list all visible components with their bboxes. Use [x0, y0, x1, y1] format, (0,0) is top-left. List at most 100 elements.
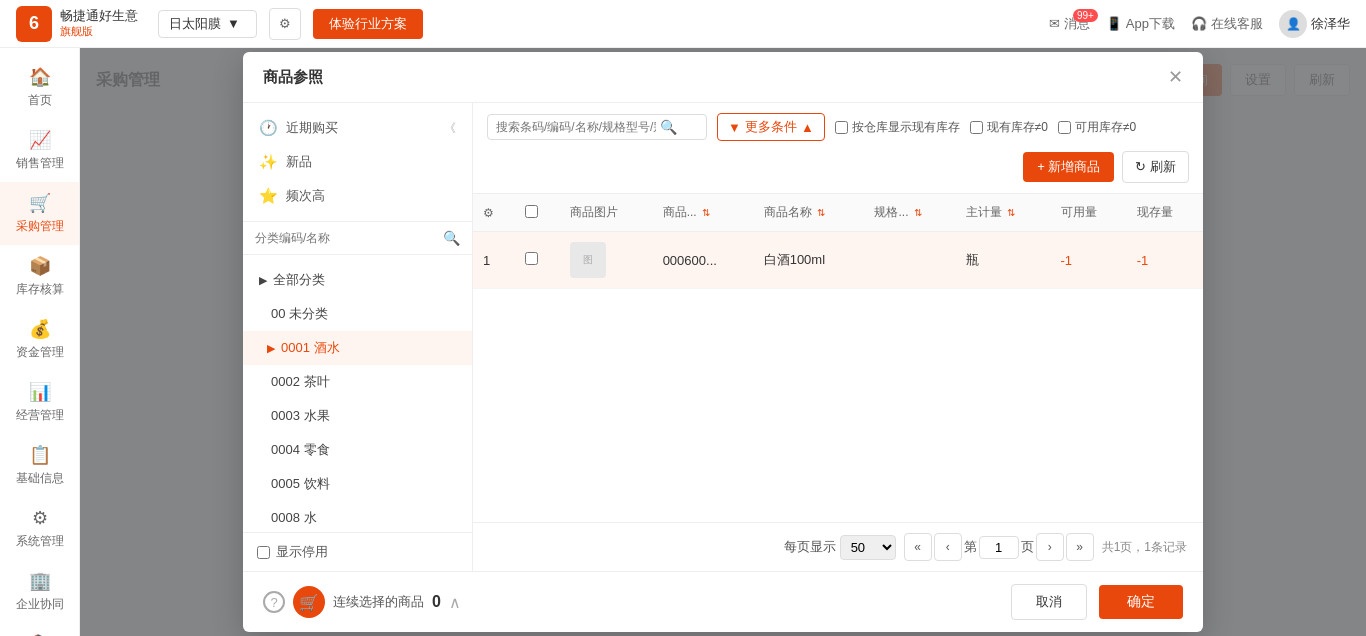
quick-tab-new-label: 新品 — [286, 153, 312, 171]
category-label-00: 00 未分类 — [271, 305, 328, 323]
category-item-0005[interactable]: 0005 饮料 — [243, 467, 472, 501]
show-disabled-checkbox[interactable] — [257, 546, 270, 559]
settings-button[interactable]: ⚙ — [269, 8, 301, 40]
modal-close-button[interactable]: ✕ — [1168, 66, 1183, 88]
service-button[interactable]: 🎧 在线客服 — [1191, 15, 1263, 33]
col-unit[interactable]: 主计量 ⇅ — [956, 194, 1050, 232]
message-button[interactable]: ✉ 消息 99+ — [1049, 15, 1090, 33]
main-content: 采购管理 查询 设置 刷新 商品参照 ✕ — [80, 48, 1366, 636]
service-label: 在线客服 — [1211, 15, 1263, 33]
cart-collapse-icon[interactable]: ∧ — [449, 593, 461, 612]
col-spec[interactable]: 规格... ⇅ — [864, 194, 956, 232]
sort-icon-unit: ⇅ — [1007, 207, 1015, 218]
navbar: 6 畅捷通好生意 旗舰版 日太阳膜 ▼ ⚙ 体验行业方案 ✉ 消息 99+ 📱 … — [0, 0, 1366, 48]
check-stock-nonzero-label: 现有库存≠0 — [987, 119, 1048, 136]
category-item-0003[interactable]: 0003 水果 — [243, 399, 472, 433]
category-item-all[interactable]: ▶ 全部分类 — [243, 263, 472, 297]
filter-icon: ▼ — [728, 120, 741, 135]
sidebar-item-basic[interactable]: 📋 基础信息 — [0, 434, 79, 497]
inventory-icon: 📦 — [29, 255, 51, 277]
app-download-button[interactable]: 📱 App下载 — [1106, 15, 1175, 33]
app-icon: 📱 — [1106, 16, 1122, 31]
basic-icon: 📋 — [29, 444, 51, 466]
last-page-button[interactable]: » — [1066, 533, 1094, 561]
select-all-checkbox[interactable] — [525, 205, 538, 218]
help-icon[interactable]: ? — [263, 591, 285, 613]
quick-tabs: 🕐 近期购买 《 ✨ 新品 ⭐ 频次高 — [243, 103, 472, 222]
modal-footer: ? 🛒 连续选择的商品 0 ∧ 取消 确定 — [243, 571, 1203, 632]
per-page-select: 每页显示 20 50 100 — [784, 535, 896, 560]
col-code[interactable]: 商品... ⇅ — [653, 194, 754, 232]
company-selector[interactable]: 日太阳膜 ▼ — [158, 10, 257, 38]
category-search-input[interactable] — [255, 231, 437, 245]
quick-tab-frequent[interactable]: ⭐ 频次高 — [243, 179, 472, 213]
check-available-nonzero-input[interactable] — [1058, 121, 1071, 134]
filter-button[interactable]: ▼ 更多条件 ▲ — [717, 113, 825, 141]
sidebar-item-inventory[interactable]: 📦 库存核算 — [0, 245, 79, 308]
check-stock-nonzero-input[interactable] — [970, 121, 983, 134]
refresh-button[interactable]: ↻ 刷新 — [1122, 151, 1189, 183]
category-search: 🔍 — [243, 222, 472, 255]
product-search-icon[interactable]: 🔍 — [660, 119, 677, 135]
category-item-0002[interactable]: 0002 茶叶 — [243, 365, 472, 399]
quick-tab-new[interactable]: ✨ 新品 — [243, 145, 472, 179]
category-item-0004[interactable]: 0004 零食 — [243, 433, 472, 467]
per-page-dropdown[interactable]: 20 50 100 — [840, 535, 896, 560]
check-available-nonzero[interactable]: 可用库存≠0 — [1058, 119, 1136, 136]
cancel-button[interactable]: 取消 — [1011, 584, 1087, 620]
check-stock-nonzero[interactable]: 现有库存≠0 — [970, 119, 1048, 136]
finance-icon: 💰 — [29, 318, 51, 340]
category-item-00[interactable]: 00 未分类 — [243, 297, 472, 331]
cell-seq: 1 — [473, 232, 515, 289]
quick-tab-recent-label: 近期购买 — [286, 119, 338, 137]
check-warehouse[interactable]: 按仓库显示现有库存 — [835, 119, 960, 136]
purchase-icon: 🛒 — [29, 192, 51, 214]
sidebar-label-finance: 资金管理 — [16, 344, 64, 361]
next-page-button[interactable]: › — [1036, 533, 1064, 561]
row-checkbox[interactable] — [525, 252, 538, 265]
quick-tab-recent[interactable]: 🕐 近期购买 《 — [243, 111, 472, 145]
add-product-button[interactable]: + 新增商品 — [1023, 152, 1114, 182]
category-label-0001: 0001 酒水 — [281, 339, 340, 357]
confirm-button[interactable]: 确定 — [1099, 585, 1183, 619]
table-row[interactable]: 1 图 000600... 白酒100ml 瓶 — [473, 232, 1203, 289]
sidebar-item-operation[interactable]: 📊 经营管理 — [0, 371, 79, 434]
prev-page-button[interactable]: ‹ — [934, 533, 962, 561]
check-available-nonzero-label: 可用库存≠0 — [1075, 119, 1136, 136]
sidebar-item-enterprise[interactable]: 🏢 企业协同 — [0, 560, 79, 623]
check-warehouse-input[interactable] — [835, 121, 848, 134]
exp-btn[interactable]: 体验行业方案 — [313, 9, 423, 39]
col-code-label: 商品... — [663, 205, 697, 219]
table-body: 1 图 000600... 白酒100ml 瓶 — [473, 232, 1203, 289]
headset-icon: 🎧 — [1191, 16, 1207, 31]
sidebar-item-system[interactable]: ⚙ 系统管理 — [0, 497, 79, 560]
home-icon: 🏠 — [29, 66, 51, 88]
modal-title: 商品参照 — [263, 68, 323, 87]
cell-check[interactable] — [515, 232, 560, 289]
category-list: ▶ 全部分类 00 未分类 ▶ 0001 酒水 0002 茶 — [243, 255, 472, 532]
sidebar-item-sales[interactable]: 📈 销售管理 — [0, 119, 79, 182]
check-warehouse-label: 按仓库显示现有库存 — [852, 119, 960, 136]
app-label: App下载 — [1126, 15, 1175, 33]
first-page-button[interactable]: « — [904, 533, 932, 561]
product-reference-modal: 商品参照 ✕ 🕐 近期购买 《 ✨ — [243, 52, 1203, 632]
sidebar-item-purchase[interactable]: 🛒 采购管理 — [0, 182, 79, 245]
sidebar-item-newbie[interactable]: 📚 新手引导 — [0, 623, 79, 636]
page-number-input[interactable] — [979, 536, 1019, 559]
category-item-0008[interactable]: 0008 水 — [243, 501, 472, 532]
category-search-icon[interactable]: 🔍 — [443, 230, 460, 246]
col-name[interactable]: 商品名称 ⇅ — [754, 194, 865, 232]
col-check[interactable] — [515, 194, 560, 232]
sidebar-item-home[interactable]: 🏠 首页 — [0, 56, 79, 119]
user-menu[interactable]: 👤 徐泽华 — [1279, 10, 1350, 38]
show-disabled-label: 显示停用 — [276, 543, 328, 561]
cart-button[interactable]: 🛒 — [293, 586, 325, 618]
enterprise-icon: 🏢 — [29, 570, 51, 592]
col-spec-label: 规格... — [874, 205, 908, 219]
product-search-input[interactable] — [496, 120, 656, 134]
page-text: 第 — [964, 538, 977, 556]
col-settings[interactable]: ⚙ — [473, 194, 515, 232]
sidebar-item-finance[interactable]: 💰 资金管理 — [0, 308, 79, 371]
cell-available: -1 — [1051, 232, 1127, 289]
category-item-0001[interactable]: ▶ 0001 酒水 — [243, 331, 472, 365]
